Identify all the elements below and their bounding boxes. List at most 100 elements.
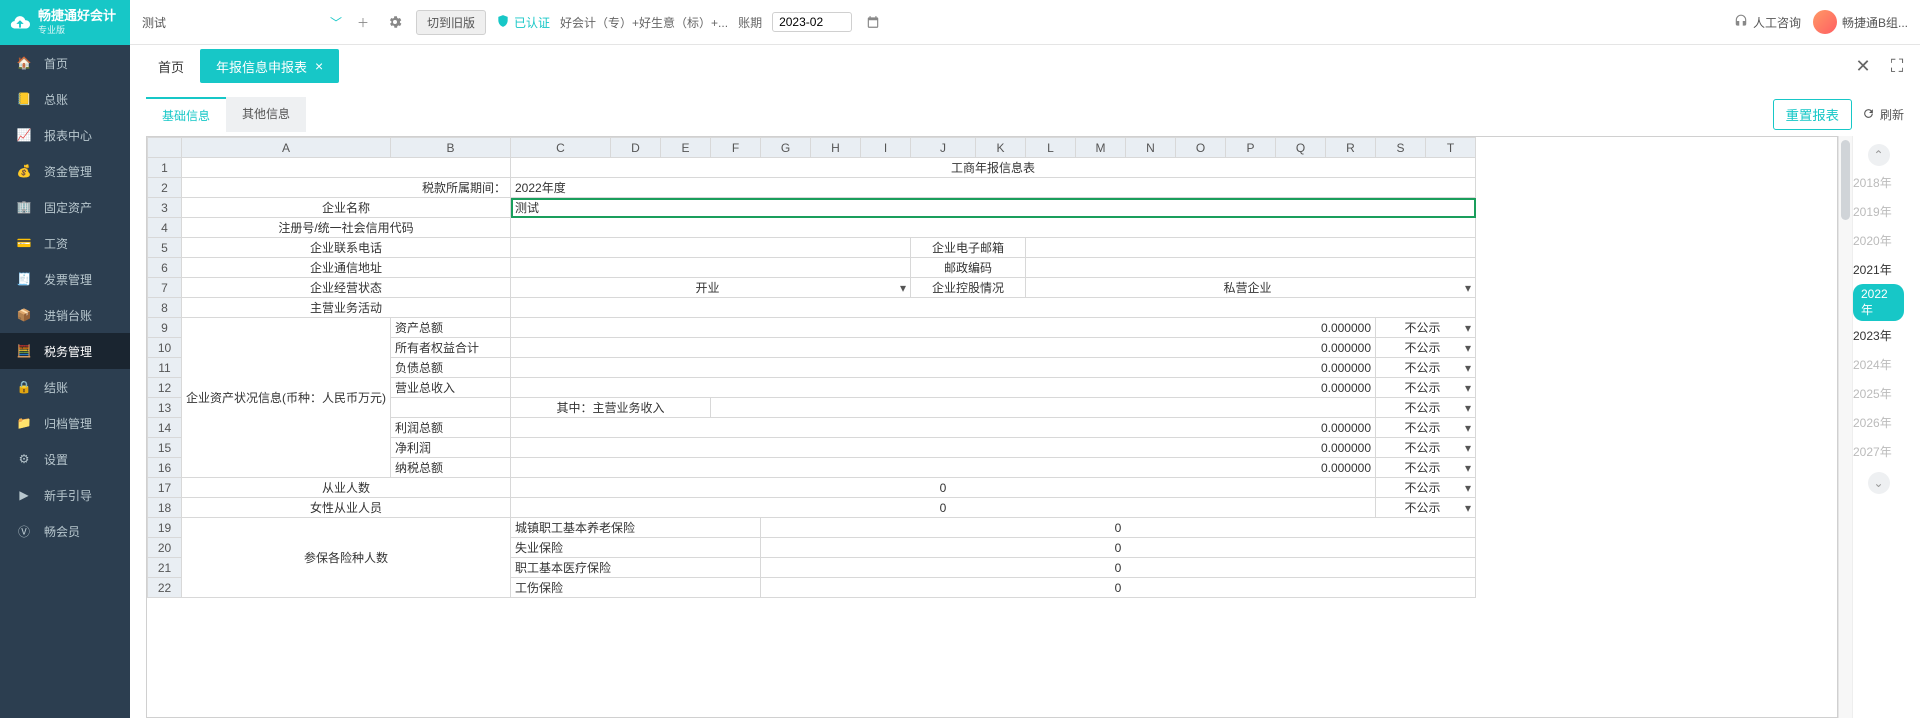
cell[interactable]: 企业电子邮箱 bbox=[911, 238, 1026, 258]
cell[interactable] bbox=[1026, 238, 1476, 258]
subtab-basic-info[interactable]: 基础信息 bbox=[146, 97, 226, 132]
metric-label[interactable]: 资产总额 bbox=[391, 318, 511, 338]
metric-value[interactable]: 0.000000 bbox=[511, 378, 1376, 398]
cell[interactable]: 女性从业人员 bbox=[182, 498, 511, 518]
period-label[interactable]: 税款所属期间： bbox=[182, 178, 511, 198]
metric-value[interactable]: 0.000000 bbox=[511, 338, 1376, 358]
col-header[interactable]: L bbox=[1026, 138, 1076, 158]
col-header[interactable]: F bbox=[711, 138, 761, 158]
sidebar-item-12[interactable]: ▶新手引导 bbox=[0, 477, 130, 513]
cell[interactable]: 0 bbox=[761, 578, 1476, 598]
sidebar-item-0[interactable]: 🏠首页 bbox=[0, 45, 130, 81]
row-header[interactable]: 21 bbox=[148, 558, 182, 578]
metric-value[interactable]: 0.000000 bbox=[511, 358, 1376, 378]
sidebar-item-8[interactable]: 🧮税务管理 bbox=[0, 333, 130, 369]
row-header[interactable]: 16 bbox=[148, 458, 182, 478]
year-item[interactable]: 2027年 bbox=[1853, 437, 1904, 466]
col-header[interactable]: J bbox=[911, 138, 976, 158]
col-header[interactable]: E bbox=[661, 138, 711, 158]
col-header[interactable]: G bbox=[761, 138, 811, 158]
row-header[interactable]: 7 bbox=[148, 278, 182, 298]
year-item[interactable]: 2020年 bbox=[1853, 226, 1904, 255]
year-down-button[interactable]: ⌄ bbox=[1868, 472, 1890, 494]
sidebar-item-13[interactable]: Ⓥ畅会员 bbox=[0, 513, 130, 549]
cell[interactable]: 0 bbox=[761, 558, 1476, 578]
metric-label[interactable]: 所有者权益合计 bbox=[391, 338, 511, 358]
disclose-dropdown[interactable]: 不公示▾ bbox=[1376, 358, 1476, 378]
fullscreen-icon[interactable]: ⛶ bbox=[1886, 55, 1908, 77]
reg-no-label[interactable]: 注册号/统一社会信用代码 bbox=[182, 218, 511, 238]
settings-icon[interactable] bbox=[384, 11, 406, 33]
row-header[interactable]: 2 bbox=[148, 178, 182, 198]
row-header[interactable]: 20 bbox=[148, 538, 182, 558]
period-input[interactable] bbox=[772, 12, 852, 32]
cell[interactable]: 0 bbox=[761, 538, 1476, 558]
metric-label[interactable]: 纳税总额 bbox=[391, 458, 511, 478]
switch-old-button[interactable]: 切到旧版 bbox=[416, 10, 486, 35]
col-header[interactable]: S bbox=[1376, 138, 1426, 158]
cell[interactable] bbox=[511, 238, 911, 258]
row-header[interactable]: 5 bbox=[148, 238, 182, 258]
col-header[interactable]: R bbox=[1326, 138, 1376, 158]
cell[interactable]: 城镇职工基本养老保险 bbox=[511, 518, 761, 538]
col-header[interactable]: P bbox=[1226, 138, 1276, 158]
row-header[interactable]: 9 bbox=[148, 318, 182, 338]
metric-value[interactable]: 0.000000 bbox=[511, 418, 1376, 438]
cell[interactable]: 主营业务活动 bbox=[182, 298, 511, 318]
metric-label[interactable]: 利润总额 bbox=[391, 418, 511, 438]
year-item[interactable]: 2024年 bbox=[1853, 350, 1904, 379]
col-header[interactable]: K bbox=[976, 138, 1026, 158]
sidebar-item-7[interactable]: 📦进销台账 bbox=[0, 297, 130, 333]
col-header[interactable]: D bbox=[611, 138, 661, 158]
disclose-dropdown[interactable]: 不公示▾ bbox=[1376, 438, 1476, 458]
cell[interactable]: 邮政编码 bbox=[911, 258, 1026, 278]
cell[interactable]: 工伤保险 bbox=[511, 578, 761, 598]
year-item[interactable]: 2021年 bbox=[1853, 255, 1904, 284]
tab-annual-report[interactable]: 年报信息申报表 × bbox=[200, 49, 339, 83]
cell[interactable]: 从业人数 bbox=[182, 478, 511, 498]
row-header[interactable]: 13 bbox=[148, 398, 182, 418]
row-header[interactable]: 17 bbox=[148, 478, 182, 498]
disclose-dropdown[interactable]: 不公示▾ bbox=[1376, 318, 1476, 338]
cell[interactable]: 企业经营状态 bbox=[182, 278, 511, 298]
year-item[interactable]: 2026年 bbox=[1853, 408, 1904, 437]
cell[interactable] bbox=[1026, 258, 1476, 278]
col-header[interactable]: O bbox=[1176, 138, 1226, 158]
metric-value[interactable]: 0.000000 bbox=[511, 458, 1376, 478]
status-dropdown[interactable]: 开业▾ bbox=[511, 278, 911, 298]
close-all-button[interactable]: ✕ bbox=[1852, 55, 1874, 77]
sidebar-item-1[interactable]: 📒总账 bbox=[0, 81, 130, 117]
row-header[interactable]: 8 bbox=[148, 298, 182, 318]
close-icon[interactable]: × bbox=[315, 58, 323, 74]
sidebar-item-4[interactable]: 🏢固定资产 bbox=[0, 189, 130, 225]
col-header[interactable]: I bbox=[861, 138, 911, 158]
insurance-group-label[interactable]: 参保各险种人数 bbox=[182, 518, 511, 598]
spreadsheet[interactable]: ABCDEFGHIJKLMNOPQRST1工商年报信息表2税款所属期间：2022… bbox=[146, 136, 1838, 718]
metric-label[interactable]: 负债总额 bbox=[391, 358, 511, 378]
disclose-dropdown[interactable]: 不公示▾ bbox=[1376, 418, 1476, 438]
refresh-button[interactable]: 刷新 bbox=[1862, 106, 1904, 123]
disclose-dropdown[interactable]: 不公示▾ bbox=[1376, 458, 1476, 478]
row-header[interactable]: 18 bbox=[148, 498, 182, 518]
row-header[interactable]: 6 bbox=[148, 258, 182, 278]
cell[interactable]: 企业通信地址 bbox=[182, 258, 511, 278]
metric-value[interactable]: 0.000000 bbox=[511, 438, 1376, 458]
row-header[interactable]: 15 bbox=[148, 438, 182, 458]
cell[interactable]: 企业控股情况 bbox=[911, 278, 1026, 298]
year-item[interactable]: 2022年 bbox=[1853, 284, 1904, 321]
row-header[interactable]: 19 bbox=[148, 518, 182, 538]
sidebar-item-10[interactable]: 📁归档管理 bbox=[0, 405, 130, 441]
year-item[interactable]: 2025年 bbox=[1853, 379, 1904, 408]
year-item[interactable]: 2019年 bbox=[1853, 197, 1904, 226]
add-button[interactable]: ＋ bbox=[352, 11, 374, 33]
subtab-other-info[interactable]: 其他信息 bbox=[226, 97, 306, 132]
cell[interactable] bbox=[182, 158, 511, 178]
cell[interactable] bbox=[391, 398, 511, 418]
company-selector[interactable]: 测试 ﹀ bbox=[142, 14, 342, 31]
row-header[interactable]: 4 bbox=[148, 218, 182, 238]
row-header[interactable]: 11 bbox=[148, 358, 182, 378]
cell[interactable] bbox=[711, 398, 1376, 418]
row-header[interactable]: 10 bbox=[148, 338, 182, 358]
cell[interactable] bbox=[511, 258, 911, 278]
disclose-dropdown[interactable]: 不公示▾ bbox=[1376, 338, 1476, 358]
